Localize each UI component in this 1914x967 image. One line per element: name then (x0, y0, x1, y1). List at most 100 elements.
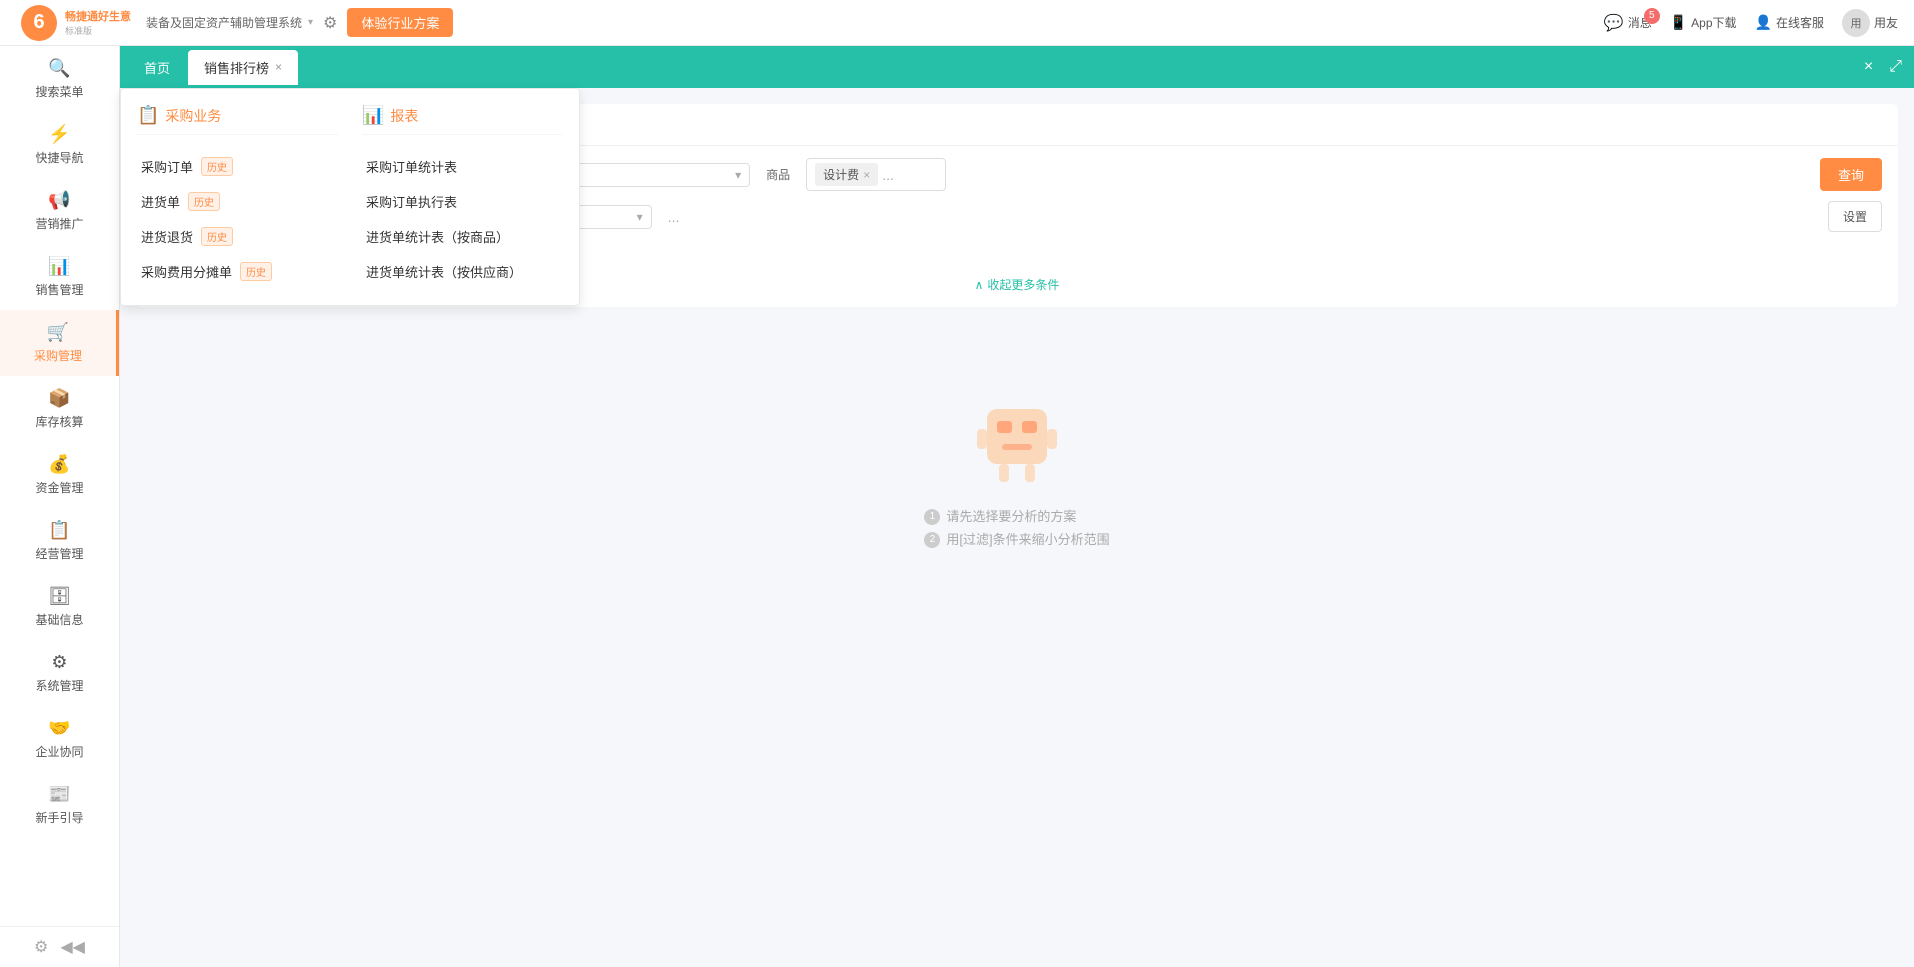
sidebar-item-base[interactable]: 🗄 基础信息 (0, 574, 119, 640)
tab-close-all-button[interactable]: × (1860, 54, 1877, 80)
report-order-exec-item[interactable]: 采购订单执行表 (362, 184, 563, 219)
sidebar-settings-icon[interactable]: ⚙ (34, 937, 48, 957)
app-download-button[interactable]: 📱 App下载 (1670, 14, 1737, 31)
purchase-expense-label: 采购费用分摊单 (141, 262, 232, 281)
app-download-label: App下载 (1691, 14, 1736, 31)
report-col-icon: 📊 (362, 105, 384, 126)
purchase-expense-history: 历史 (240, 262, 272, 281)
empty-text-1: 请先选择要分析的方案 (946, 505, 1076, 528)
message-icon: 💬 (1604, 13, 1624, 33)
sidebar-item-fund[interactable]: 💰 资金管理 (0, 442, 119, 508)
purchase-icon: 🛒 (47, 322, 69, 343)
sidebar-label-newbie: 新手引导 (35, 809, 83, 826)
online-service-button[interactable]: 👤 在线客服 (1755, 14, 1824, 31)
purchase-col: 📋 采购业务 采购订单 历史 进货单 历史 进货退货 历史 采购费用分摊单 历史 (137, 105, 338, 289)
tab-bar: 首页 销售排行榜 × × ⤢ (120, 46, 1914, 88)
purchase-incoming-label: 进货单 (141, 192, 180, 211)
goods-dots[interactable]: ... (882, 167, 894, 183)
username-label: 用友 (1874, 14, 1898, 31)
tab-home[interactable]: 首页 (128, 50, 186, 85)
empty-text-2: 用[过滤]条件来缩小分析范围 (946, 528, 1109, 551)
inventory-icon: 📦 (48, 388, 70, 409)
sidebar-item-system[interactable]: ⚙ 系统管理 (0, 640, 119, 706)
sidebar-label-sales: 销售管理 (35, 281, 83, 298)
search-icon: 🔍 (48, 58, 70, 79)
goods-tag: 设计费 × (815, 163, 878, 186)
logo-icon: 6 (21, 5, 57, 41)
sidebar-label-enterprise: 企业协同 (35, 743, 83, 760)
purchase-col-icon: 📋 (137, 105, 159, 126)
purchase-return-item[interactable]: 进货退货 历史 (137, 219, 338, 254)
phone-icon: 📱 (1670, 14, 1687, 31)
report-incoming-supplier-item[interactable]: 进货单统计表（按供应商） (362, 254, 563, 289)
report-order-exec-label: 采购订单执行表 (366, 192, 457, 211)
enterprise-icon: 🤝 (48, 718, 70, 739)
filter-actions: 查询 (1820, 158, 1882, 191)
purchase-dropdown-menu: 📋 采购业务 采购订单 历史 进货单 历史 进货退货 历史 采购费用分摊单 历史… (120, 88, 580, 306)
sidebar-item-purchase[interactable]: 🛒 采购管理 (0, 310, 119, 376)
report-incoming-goods-label: 进货单统计表（按商品） (366, 227, 509, 246)
industry-button[interactable]: 体验行业方案 (347, 8, 453, 37)
quick-nav-icon: ⚡ (48, 124, 70, 145)
purchase-order-item[interactable]: 采购订单 历史 (137, 149, 338, 184)
system-name-area: 装备及固定资产辅助管理系统 ▾ (146, 14, 313, 31)
base-icon: 🗄 (48, 586, 71, 607)
fund-icon: 💰 (48, 454, 70, 475)
salesperson-dropdown-icon[interactable]: ▾ (637, 210, 643, 224)
newbie-icon: 📰 (48, 784, 70, 805)
step2-badge: 2 (924, 532, 940, 548)
report-order-stat-item[interactable]: 采购订单统计表 (362, 149, 563, 184)
purchase-incoming-item[interactable]: 进货单 历史 (137, 184, 338, 219)
report-col-label: 报表 (390, 106, 418, 126)
report-order-stat-label: 采购订单统计表 (366, 157, 457, 176)
sidebar-bottom: ⚙ ◀◀ (0, 926, 119, 967)
avatar: 用 (1842, 9, 1870, 37)
sidebar-item-operation[interactable]: 📋 经营管理 (0, 508, 119, 574)
purchase-incoming-history: 历史 (188, 192, 220, 211)
sidebar-item-enterprise[interactable]: 🤝 企业协同 (0, 706, 119, 772)
message-badge: 5 (1644, 8, 1660, 24)
sidebar-label-inventory: 库存核算 (35, 413, 83, 430)
purchase-order-history: 历史 (201, 157, 233, 176)
message-button[interactable]: 💬 5 消息 (1604, 13, 1652, 33)
sidebar-label-search: 搜索菜单 (35, 83, 83, 100)
report-col: 📊 报表 采购订单统计表 采购订单执行表 进货单统计表（按商品） 进货单统计表（… (362, 105, 563, 289)
sales-icon: 📊 (48, 256, 70, 277)
sidebar-item-marketing[interactable]: 📢 营销推广 (0, 178, 119, 244)
marketing-icon: 📢 (48, 190, 70, 211)
settings-button[interactable]: 设置 (1828, 201, 1882, 232)
tab-close-icon[interactable]: × (275, 60, 282, 74)
salesperson-dots[interactable]: ... (668, 209, 680, 225)
tab-sales-rank[interactable]: 销售排行榜 × (188, 50, 298, 85)
purchase-order-label: 采购订单 (141, 157, 193, 176)
logo-edition: 标准版 (65, 24, 131, 37)
sidebar-item-newbie[interactable]: 📰 新手引导 (0, 772, 119, 838)
service-icon: 👤 (1755, 14, 1772, 31)
sidebar-item-quick-nav[interactable]: ⚡ 快捷导航 (0, 112, 119, 178)
system-dropdown-icon[interactable]: ▾ (308, 17, 313, 28)
sidebar-collapse-icon[interactable]: ◀◀ (60, 937, 85, 957)
logo-name: 畅捷通好生意 (65, 8, 131, 24)
goods-tag-remove[interactable]: × (863, 168, 870, 182)
tab-expand-button[interactable]: ⤢ (1885, 54, 1906, 80)
tab-sales-rank-label: 销售排行榜 (204, 58, 269, 77)
sidebar-label-operation: 经营管理 (35, 545, 83, 562)
logo-area: 6 畅捷通好生意 标准版 (16, 5, 136, 41)
collapse-up-icon: ∧ (975, 278, 984, 292)
sidebar-item-inventory[interactable]: 📦 库存核算 (0, 376, 119, 442)
sidebar-label-base: 基础信息 (35, 611, 83, 628)
empty-illustration (967, 399, 1067, 489)
report-incoming-goods-item[interactable]: 进货单统计表（按商品） (362, 219, 563, 254)
purchase-expense-item[interactable]: 采购费用分摊单 历史 (137, 254, 338, 289)
system-name: 装备及固定资产辅助管理系统 (146, 14, 302, 31)
settings-icon[interactable]: ⚙ (323, 13, 337, 33)
query-button[interactable]: 查询 (1820, 158, 1882, 191)
purchase-return-label: 进货退货 (141, 227, 193, 246)
user-menu-button[interactable]: 用 用友 (1842, 9, 1898, 37)
tab-bar-actions: × ⤢ (1860, 54, 1906, 80)
sidebar-item-search[interactable]: 🔍 搜索菜单 (0, 46, 119, 112)
sidebar-item-sales[interactable]: 📊 销售管理 (0, 244, 119, 310)
top-bar-right: 💬 5 消息 📱 App下载 👤 在线客服 用 用友 (1604, 9, 1898, 37)
status-dropdown-icon[interactable]: ▾ (735, 168, 741, 182)
sidebar-label-quick-nav: 快捷导航 (35, 149, 83, 166)
